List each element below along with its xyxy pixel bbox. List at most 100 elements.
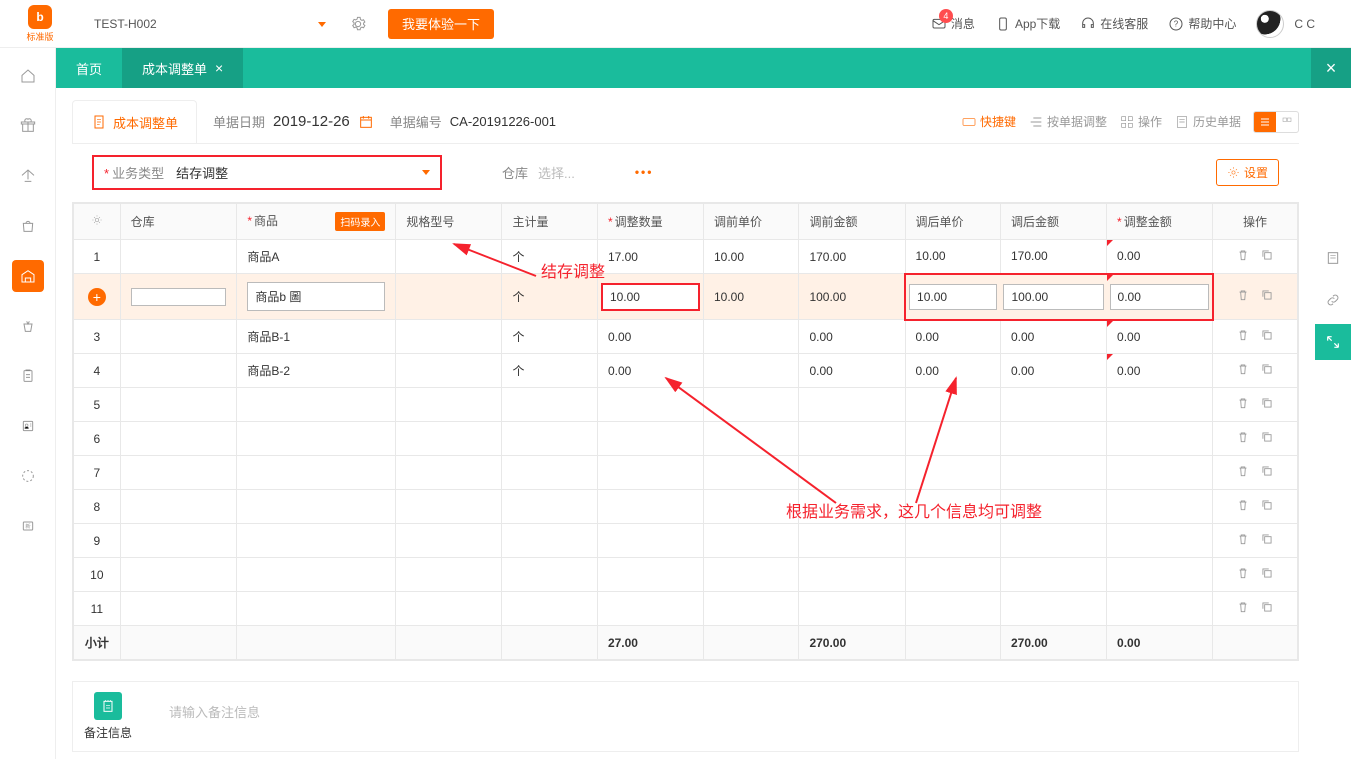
remarks-input[interactable]: 请输入备注信息	[159, 692, 1298, 731]
post-amt-input[interactable]: 100.00	[1003, 284, 1103, 310]
copy-row-icon[interactable]	[1260, 430, 1274, 447]
table-row[interactable]: 6	[74, 422, 1298, 456]
cell-adj-amt[interactable]: 0.00	[1107, 354, 1213, 388]
table-row[interactable]: +商品b 圖个10.0010.00100.0010.00100.000.00	[74, 274, 1298, 320]
delete-row-icon[interactable]	[1236, 328, 1250, 345]
cell-post-price[interactable]	[905, 456, 1000, 490]
sidebar-warehouse-icon[interactable]	[12, 260, 44, 292]
copy-row-icon[interactable]	[1260, 566, 1274, 583]
history-button[interactable]: 历史单据	[1174, 113, 1241, 130]
cell-adj-amt[interactable]: 0.00	[1107, 274, 1213, 320]
delete-row-icon[interactable]	[1236, 566, 1250, 583]
cell-adj-amt[interactable]	[1107, 524, 1213, 558]
close-icon[interactable]: ×	[215, 60, 223, 76]
delete-row-icon[interactable]	[1236, 248, 1250, 265]
cell-post-amt[interactable]	[1000, 422, 1106, 456]
app-download-link[interactable]: App下载	[995, 15, 1060, 32]
cell-post-amt[interactable]: 170.00	[1000, 240, 1106, 274]
right-link-icon[interactable]	[1315, 282, 1351, 318]
cell-adj-amt[interactable]	[1107, 592, 1213, 626]
copy-row-icon[interactable]	[1260, 362, 1274, 379]
cell-warehouse[interactable]	[120, 524, 237, 558]
cell-qty[interactable]: 0.00	[597, 320, 703, 354]
view-grid-button[interactable]	[1276, 112, 1298, 132]
settings-button[interactable]: 设置	[1216, 159, 1279, 186]
user-menu[interactable]: C C	[1256, 10, 1315, 38]
copy-row-icon[interactable]	[1260, 396, 1274, 413]
cell-post-amt[interactable]	[1000, 558, 1106, 592]
delete-row-icon[interactable]	[1236, 362, 1250, 379]
more-icon[interactable]: •••	[635, 165, 654, 179]
sidebar-bag-icon[interactable]	[12, 210, 44, 242]
trial-button[interactable]: 我要体验一下	[388, 9, 494, 39]
cell-post-price[interactable]: 0.00	[905, 354, 1000, 388]
cell-qty[interactable]: 10.00	[597, 274, 703, 320]
table-row[interactable]: 3商品B-1个0.000.000.000.000.00	[74, 320, 1298, 354]
cell-product[interactable]	[237, 524, 396, 558]
delete-row-icon[interactable]	[1236, 464, 1250, 481]
company-selector[interactable]: TEST-H002	[84, 9, 334, 39]
cell-post-price[interactable]	[905, 422, 1000, 456]
copy-row-icon[interactable]	[1260, 328, 1274, 345]
cell-warehouse[interactable]	[120, 422, 237, 456]
table-row[interactable]: 4商品B-2个0.000.000.000.000.00	[74, 354, 1298, 388]
copy-row-icon[interactable]	[1260, 464, 1274, 481]
right-note-icon[interactable]	[1315, 240, 1351, 276]
delete-row-icon[interactable]	[1236, 600, 1250, 617]
cell-product[interactable]	[237, 422, 396, 456]
cell-adj-amt[interactable]: 0.00	[1107, 320, 1213, 354]
cell-qty[interactable]	[597, 524, 703, 558]
cell-adj-amt[interactable]	[1107, 422, 1213, 456]
adj-amt-input[interactable]: 0.00	[1110, 284, 1209, 310]
cell-product[interactable]: 商品A	[237, 240, 396, 274]
tab-bar-close-button[interactable]: ×	[1311, 48, 1351, 88]
sidebar-new-icon[interactable]: 新	[12, 510, 44, 542]
shortcut-button[interactable]: 快捷键	[961, 113, 1016, 130]
cell-qty[interactable]: 0.00	[597, 354, 703, 388]
cell-post-price[interactable]: 10.00	[905, 240, 1000, 274]
cell-qty[interactable]: 17.00	[597, 240, 703, 274]
cell-post-price[interactable]	[905, 592, 1000, 626]
cell-adj-amt[interactable]	[1107, 558, 1213, 592]
cell-product[interactable]	[237, 490, 396, 524]
copy-row-icon[interactable]	[1260, 600, 1274, 617]
cell-product[interactable]: 商品b 圖	[237, 274, 396, 320]
cell-qty[interactable]	[597, 592, 703, 626]
tab-cost-adjustment[interactable]: 成本调整单 ×	[122, 48, 243, 88]
cell-adj-amt[interactable]	[1107, 456, 1213, 490]
sidebar-upload-icon[interactable]	[12, 160, 44, 192]
cell-qty[interactable]	[597, 422, 703, 456]
help-link[interactable]: ? 帮助中心	[1168, 15, 1236, 32]
cell-warehouse[interactable]	[120, 558, 237, 592]
tab-home[interactable]: 首页	[56, 48, 122, 88]
cell-post-amt[interactable]	[1000, 592, 1106, 626]
cell-qty[interactable]	[597, 558, 703, 592]
sidebar-home-icon[interactable]	[12, 60, 44, 92]
delete-row-icon[interactable]	[1236, 430, 1250, 447]
view-list-button[interactable]	[1254, 112, 1276, 132]
sidebar-gift-icon[interactable]	[12, 110, 44, 142]
by-doc-button[interactable]: 按单据调整	[1028, 113, 1107, 130]
cell-warehouse[interactable]	[120, 388, 237, 422]
cell-adj-amt[interactable]	[1107, 388, 1213, 422]
messages-link[interactable]: 4 消息	[931, 15, 975, 32]
table-row[interactable]: 9	[74, 524, 1298, 558]
cell-post-amt[interactable]: 100.00	[1000, 274, 1106, 320]
calendar-icon[interactable]	[358, 114, 374, 130]
business-type-field[interactable]: *业务类型 结存调整	[92, 155, 442, 190]
cell-warehouse[interactable]	[120, 592, 237, 626]
cell-post-price[interactable]	[905, 524, 1000, 558]
customer-service-link[interactable]: 在线客服	[1080, 15, 1148, 32]
add-row-icon[interactable]: +	[88, 288, 106, 306]
cell-product[interactable]: 商品B-1	[237, 320, 396, 354]
post-price-input[interactable]: 10.00	[909, 284, 997, 310]
cell-warehouse[interactable]	[120, 320, 237, 354]
cell-warehouse[interactable]	[120, 354, 237, 388]
cell-qty[interactable]	[597, 456, 703, 490]
delete-row-icon[interactable]	[1236, 532, 1250, 549]
cell-product[interactable]: 商品B-2	[237, 354, 396, 388]
cell-post-amt[interactable]: 0.00	[1000, 320, 1106, 354]
copy-row-icon[interactable]	[1260, 248, 1274, 265]
cell-warehouse[interactable]	[120, 240, 237, 274]
cell-post-price[interactable]	[905, 558, 1000, 592]
